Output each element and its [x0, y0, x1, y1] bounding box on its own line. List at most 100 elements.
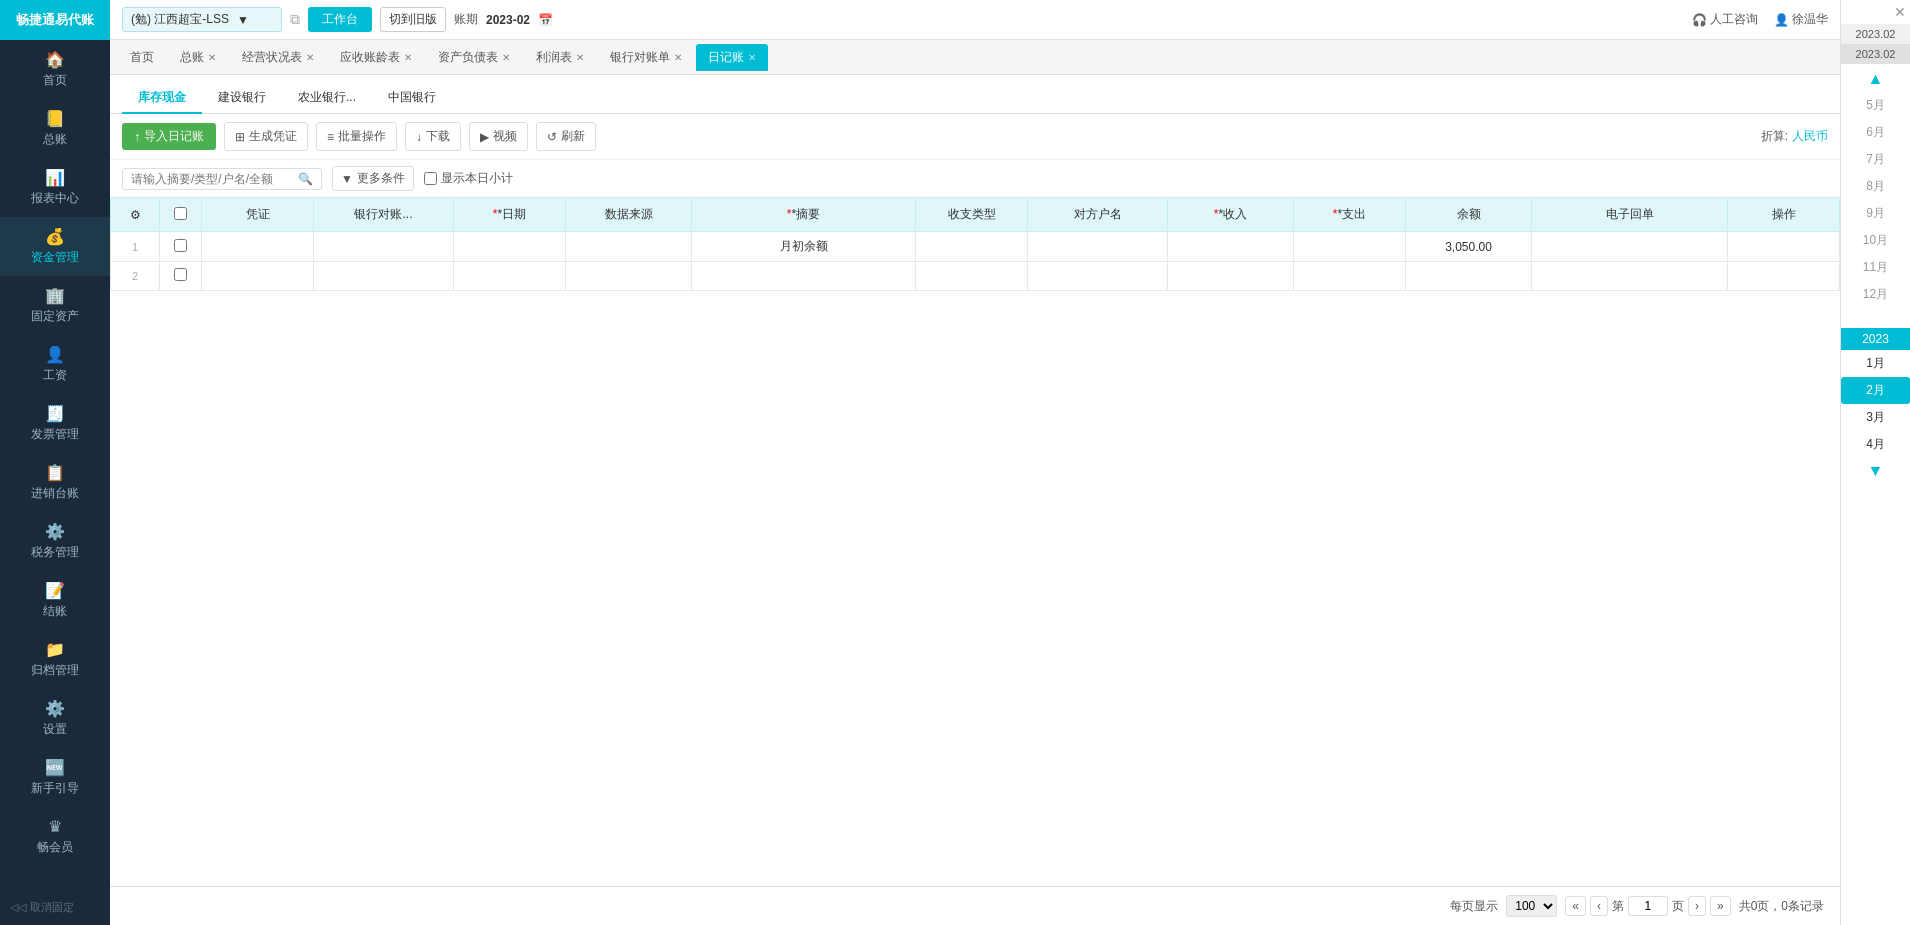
sidebar-item-wage[interactable]: 👤 工资 — [0, 335, 110, 394]
sidebar-item-home[interactable]: 🏠 首页 — [0, 40, 110, 99]
month-6[interactable]: 6月 — [1841, 119, 1910, 146]
tab-bank-statement-close[interactable]: ✕ — [674, 52, 682, 63]
unpin-button[interactable]: ◁◁ 取消固定 — [0, 890, 110, 925]
settings-icon: ⚙️ — [45, 699, 65, 718]
tab-home-label: 首页 — [130, 49, 154, 66]
more-conditions-button[interactable]: ▼ 更多条件 — [332, 166, 414, 191]
page-input[interactable] — [1628, 896, 1668, 916]
generate-voucher-button[interactable]: ⊞ 生成凭证 — [224, 122, 308, 151]
sidebar-item-invoice[interactable]: 🧾 发票管理 — [0, 394, 110, 453]
sidebar-item-ledger[interactable]: 📒 总账 — [0, 99, 110, 158]
prev-page-button[interactable]: ‹ — [1590, 896, 1608, 916]
sidebar-item-guide[interactable]: 🆕 新手引导 — [0, 748, 110, 807]
col-bank-header: 银行对账... — [314, 198, 454, 232]
cur-month-3[interactable]: 3月 — [1841, 404, 1910, 431]
tab-ledger-close[interactable]: ✕ — [208, 52, 216, 63]
content-area: 库存现金 建设银行 农业银行... 中国银行 ↑ 导入日记账 ⊞ 生成凭证 — [110, 75, 1840, 925]
sidebar-item-report[interactable]: 📊 报表中心 — [0, 158, 110, 217]
month-5[interactable]: 5月 — [1841, 92, 1910, 119]
tab-business[interactable]: 经营状况表 ✕ — [230, 44, 326, 71]
calendar-icon[interactable]: 📅 — [538, 13, 553, 27]
row-date-cell — [454, 262, 566, 291]
sub-tab-cash[interactable]: 库存现金 — [122, 83, 202, 114]
row-checkbox[interactable] — [174, 239, 187, 252]
per-page-select[interactable]: 100 50 200 — [1506, 895, 1557, 917]
col-check-header[interactable] — [160, 198, 202, 232]
main-toolbar: ↑ 导入日记账 ⊞ 生成凭证 ≡ 批量操作 ↓ 下载 ▶ 视频 ↺ 刷新 — [110, 114, 1840, 160]
tab-receivable[interactable]: 应收账龄表 ✕ — [328, 44, 424, 71]
voucher-icon: ⊞ — [235, 130, 245, 144]
search-input[interactable] — [131, 172, 294, 186]
period-value: 2023-02 — [486, 13, 530, 27]
month-8[interactable]: 8月 — [1841, 173, 1910, 200]
last-page-button[interactable]: » — [1710, 896, 1731, 916]
workbench-button[interactable]: 工作台 — [308, 7, 372, 32]
table-row: 1 月初余额 3,050.00 — [111, 232, 1840, 262]
currency-label: 折算: — [1761, 128, 1788, 145]
row-summary-cell: 月初余额 — [692, 232, 916, 262]
cur-month-2[interactable]: 2月 — [1841, 377, 1910, 404]
sidebar-item-settle[interactable]: 📝 结账 — [0, 571, 110, 630]
row-checkbox[interactable] — [174, 268, 187, 281]
prev-year-period[interactable]: 2023.02 — [1841, 24, 1910, 44]
show-daily-checkbox-label[interactable]: 显示本日小计 — [424, 170, 513, 187]
tab-bank-statement[interactable]: 银行对账单 ✕ — [598, 44, 694, 71]
row-check-cell[interactable] — [160, 262, 202, 291]
tab-assets-liab-close[interactable]: ✕ — [502, 52, 510, 63]
tab-journal[interactable]: 日记账 ✕ — [696, 44, 768, 71]
total-text: 共0页，0条记录 — [1739, 898, 1824, 915]
customer-service[interactable]: 🎧 人工咨询 — [1692, 11, 1758, 28]
row-check-cell[interactable] — [160, 232, 202, 262]
show-daily-checkbox[interactable] — [424, 172, 437, 185]
sidebar-item-label: 固定资产 — [31, 308, 79, 325]
refresh-button[interactable]: ↺ 刷新 — [536, 122, 596, 151]
sub-tab-abc[interactable]: 农业银行... — [282, 83, 372, 114]
col-voucher-header: 凭证 — [202, 198, 314, 232]
tab-profit-close[interactable]: ✕ — [576, 52, 584, 63]
up-arrow[interactable]: ▲ — [1868, 66, 1884, 92]
sidebar-item-tax[interactable]: ⚙️ 税务管理 — [0, 512, 110, 571]
currency-link[interactable]: 人民币 — [1792, 128, 1828, 145]
tab-assets-liab[interactable]: 资产负债表 ✕ — [426, 44, 522, 71]
month-10[interactable]: 10月 — [1841, 227, 1910, 254]
col-settings-header[interactable]: ⚙ — [111, 198, 160, 232]
month-11[interactable]: 11月 — [1841, 254, 1910, 281]
download-button[interactable]: ↓ 下载 — [405, 122, 461, 151]
row-num-cell: 2 — [111, 262, 160, 291]
copy-icon[interactable]: ⧉ — [290, 11, 300, 28]
import-journal-button[interactable]: ↑ 导入日记账 — [122, 123, 216, 150]
first-page-button[interactable]: « — [1565, 896, 1586, 916]
search-box[interactable]: 🔍 — [122, 168, 322, 190]
down-arrow[interactable]: ▼ — [1868, 458, 1884, 484]
cur-month-1[interactable]: 1月 — [1841, 350, 1910, 377]
next-page-button[interactable]: › — [1688, 896, 1706, 916]
tab-ledger[interactable]: 总账 ✕ — [168, 44, 228, 71]
sidebar-item-fund[interactable]: 💰 资金管理 — [0, 217, 110, 276]
sidebar-item-settings[interactable]: ⚙️ 设置 — [0, 689, 110, 748]
tab-receivable-close[interactable]: ✕ — [404, 52, 412, 63]
sidebar-item-assets[interactable]: 🏢 固定资产 — [0, 276, 110, 335]
select-all-checkbox[interactable] — [174, 207, 187, 220]
sidebar-item-sales[interactable]: 📋 进销台账 — [0, 453, 110, 512]
month-12[interactable]: 12月 — [1841, 281, 1910, 308]
switch-version-button[interactable]: 切到旧版 — [380, 7, 446, 32]
video-button[interactable]: ▶ 视频 — [469, 122, 528, 151]
sub-tab-ccb[interactable]: 建设银行 — [202, 83, 282, 114]
batch-operation-button[interactable]: ≡ 批量操作 — [316, 122, 397, 151]
user-profile[interactable]: 👤 徐温华 — [1774, 11, 1828, 28]
tab-home[interactable]: 首页 — [118, 44, 166, 71]
cur-month-4[interactable]: 4月 — [1841, 431, 1910, 458]
company-selector[interactable]: (勉) 江西超宝-LSS ▼ — [122, 7, 282, 32]
tab-profit[interactable]: 利润表 ✕ — [524, 44, 596, 71]
sub-tab-boc[interactable]: 中国银行 — [372, 83, 452, 114]
right-panel-close-button[interactable]: ✕ — [1894, 4, 1906, 20]
sidebar-item-vip[interactable]: ♛ 畅会员 — [0, 807, 110, 866]
row-electronic-cell — [1532, 262, 1728, 291]
row-num-cell: 1 — [111, 232, 160, 262]
tab-journal-close[interactable]: ✕ — [748, 52, 756, 63]
sidebar-item-archive[interactable]: 📁 归档管理 — [0, 630, 110, 689]
month-7[interactable]: 7月 — [1841, 146, 1910, 173]
tab-business-close[interactable]: ✕ — [306, 52, 314, 63]
month-9[interactable]: 9月 — [1841, 200, 1910, 227]
col-electronic-header: 电子回单 — [1532, 198, 1728, 232]
